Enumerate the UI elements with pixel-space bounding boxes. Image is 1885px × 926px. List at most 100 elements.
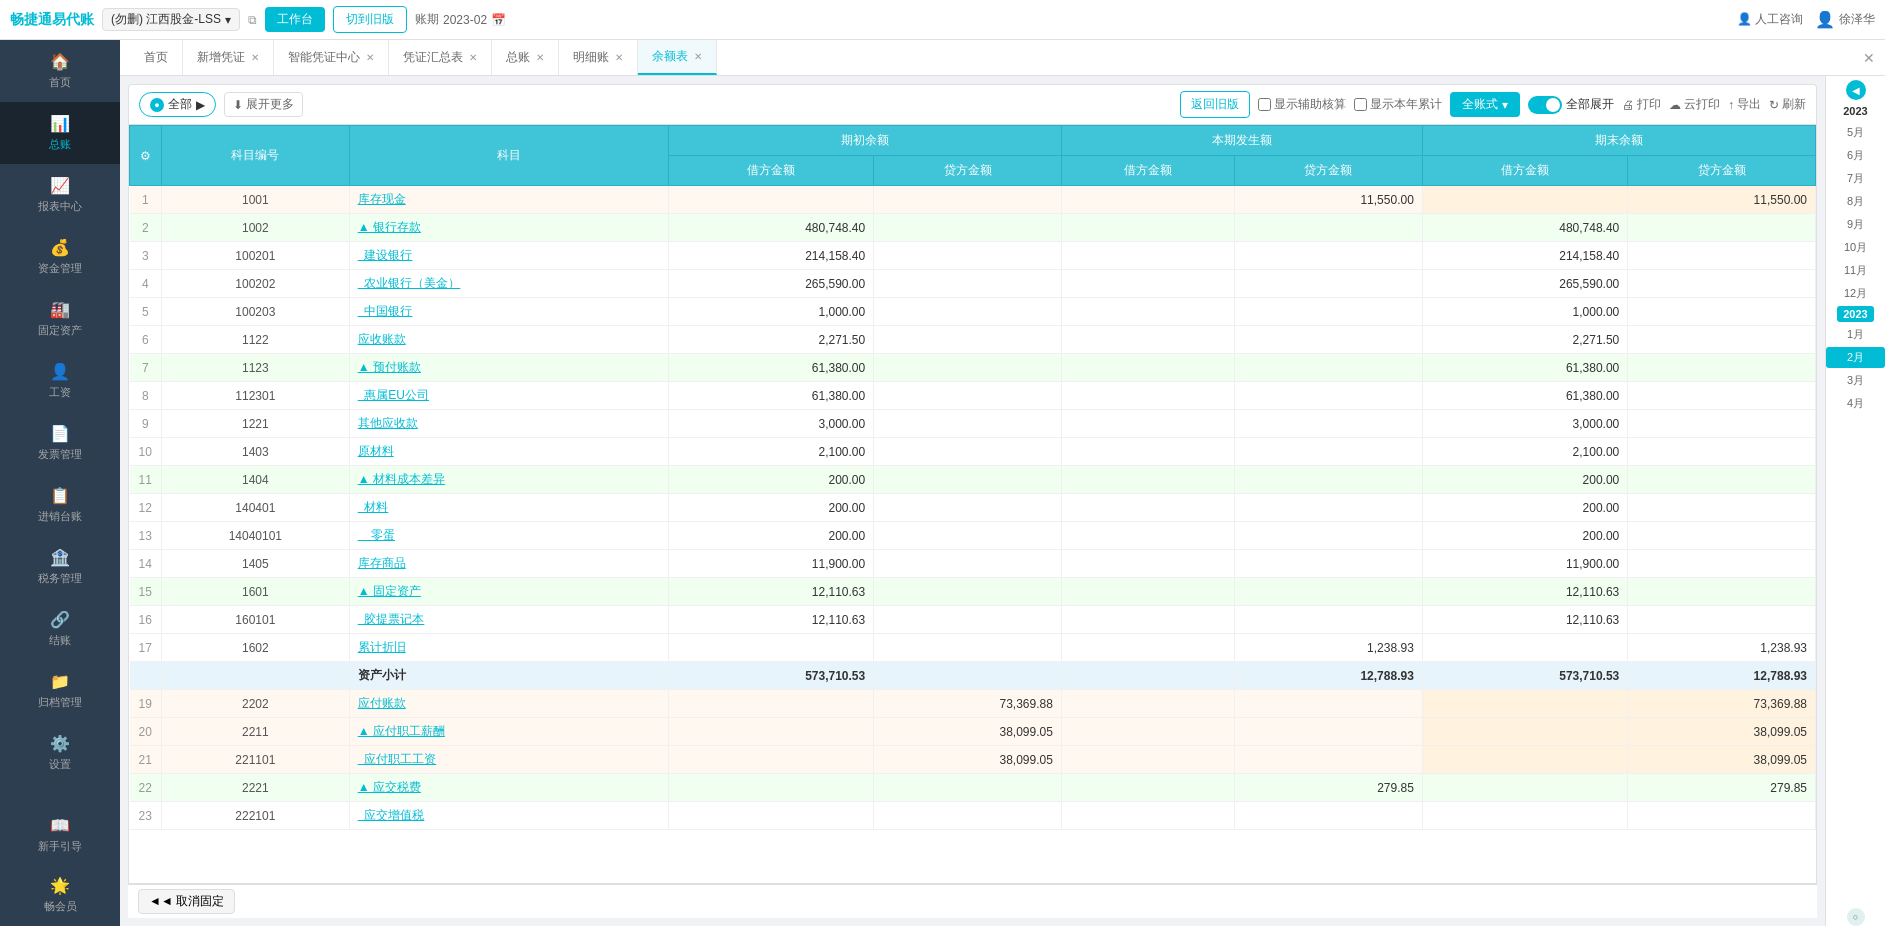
row-name[interactable]: 原材料 <box>349 438 668 466</box>
right-month-2[interactable]: 2月 <box>1826 347 1885 368</box>
tab-new-voucher-close[interactable]: ✕ <box>251 52 259 63</box>
row-name[interactable]: 惠属EU公司 <box>349 382 668 410</box>
tab-balance-sheet[interactable]: 余额表 ✕ <box>638 40 717 75</box>
tab-voucher-summary-close[interactable]: ✕ <box>469 52 477 63</box>
row-c-debit <box>1061 382 1234 410</box>
table-row: 23 222101 应交增值税 <box>130 802 1816 830</box>
row-name[interactable]: 应付账款 <box>349 690 668 718</box>
row-c-debit <box>1061 578 1234 606</box>
copy-icon[interactable]: ⧉ <box>248 13 257 27</box>
row-name[interactable]: 应付职工工资 <box>349 746 668 774</box>
unpin-button[interactable]: ◄◄ 取消固定 <box>138 889 235 914</box>
row-c-debit <box>1061 326 1234 354</box>
right-toggle-bottom[interactable]: ○ <box>1847 908 1865 926</box>
company-selector[interactable]: (勿删) 江西股金-LSS ▾ <box>102 8 240 31</box>
workspace-button[interactable]: 工作台 <box>265 7 325 32</box>
show-auxiliary-checkbox[interactable]: 显示辅助核算 <box>1258 96 1346 113</box>
full-mode-button[interactable]: 全账式 ▾ <box>1450 92 1520 117</box>
sidebar-item-settings[interactable]: ⚙️ 设置 <box>0 722 120 784</box>
expand-all-toggle[interactable]: 全部展开 <box>1528 96 1614 114</box>
tab-smart-voucher-close[interactable]: ✕ <box>366 52 374 63</box>
row-c-debit <box>1061 746 1234 774</box>
row-name[interactable]: 应交增值税 <box>349 802 668 830</box>
row-name[interactable]: 胶提票记本 <box>349 606 668 634</box>
right-month-7[interactable]: 7月 <box>1826 168 1885 189</box>
sidebar-item-archive[interactable]: 📁 归档管理 <box>0 660 120 722</box>
right-month-12[interactable]: 12月 <box>1826 283 1885 304</box>
row-name[interactable]: ▲ 应交税费 <box>349 774 668 802</box>
tab-general-ledger[interactable]: 总账 ✕ <box>492 40 559 75</box>
tab-general-ledger-close[interactable]: ✕ <box>536 52 544 63</box>
row-name[interactable]: 库存商品 <box>349 550 668 578</box>
row-name[interactable]: 其他应收款 <box>349 410 668 438</box>
row-name[interactable]: 应收账款 <box>349 326 668 354</box>
expand-button[interactable]: ⬇ 展开更多 <box>224 92 303 117</box>
sidebar-item-closing[interactable]: 🔗 结账 <box>0 598 120 660</box>
sidebar-item-tax[interactable]: 🏦 税务管理 <box>0 536 120 598</box>
right-month-10[interactable]: 10月 <box>1826 237 1885 258</box>
cloud-print-button[interactable]: ☁ 云打印 <box>1669 96 1720 113</box>
sidebar-item-guide[interactable]: 📖 新手引导 <box>0 804 120 864</box>
sidebar-item-purchases[interactable]: 📋 进销台账 <box>0 474 120 536</box>
row-ps-debit: 61,380.00 <box>668 354 873 382</box>
show-ytd-input[interactable] <box>1354 98 1367 111</box>
close-all-tabs[interactable]: ✕ <box>1863 50 1875 66</box>
tab-balance-sheet-close[interactable]: ✕ <box>694 51 702 62</box>
row-code: 1601 <box>162 578 350 606</box>
row-name[interactable]: ▲ 材料成本差异 <box>349 466 668 494</box>
sidebar-item-home[interactable]: 🏠 首页 <box>0 40 120 102</box>
row-name[interactable]: 库存现金 <box>349 186 668 214</box>
row-name[interactable]: 中国银行 <box>349 298 668 326</box>
sidebar-item-salary[interactable]: 👤 工资 <box>0 350 120 412</box>
row-num: 16 <box>130 606 162 634</box>
row-name[interactable]: ▲ 固定资产 <box>349 578 668 606</box>
row-name[interactable]: ▲ 应付职工薪酬 <box>349 718 668 746</box>
row-name[interactable]: 材料 <box>349 494 668 522</box>
calendar-icon[interactable]: 📅 <box>491 13 506 27</box>
print-button[interactable]: 🖨 打印 <box>1622 96 1661 113</box>
balance-table-wrap[interactable]: ⚙ 科目编号 科目 期初余额 本期发生额 期末余额 借方金额 贷方金额 借方金额 <box>128 124 1817 884</box>
tab-voucher-summary[interactable]: 凭证汇总表 ✕ <box>389 40 492 75</box>
row-name[interactable]: 农业银行（美金） <box>349 270 668 298</box>
right-month-5[interactable]: 5月 <box>1826 122 1885 143</box>
row-name[interactable]: 累计折旧 <box>349 634 668 662</box>
right-month-9[interactable]: 9月 <box>1826 214 1885 235</box>
right-month-4[interactable]: 4月 <box>1826 393 1885 414</box>
tab-detail-ledger-close[interactable]: ✕ <box>615 52 623 63</box>
sidebar-item-reports[interactable]: 📈 报表中心 <box>0 164 120 226</box>
tab-detail-ledger-label: 明细账 <box>573 49 609 66</box>
right-month-6[interactable]: 6月 <box>1826 145 1885 166</box>
th-settings[interactable]: ⚙ <box>130 126 162 186</box>
row-name[interactable]: 建设银行 <box>349 242 668 270</box>
right-month-8[interactable]: 8月 <box>1826 191 1885 212</box>
switch-version-button[interactable]: 切到旧版 <box>333 6 407 33</box>
toggle-switch[interactable] <box>1528 96 1562 114</box>
sidebar-item-invoice[interactable]: 📄 发票管理 <box>0 412 120 474</box>
row-code: 1403 <box>162 438 350 466</box>
tab-home[interactable]: 首页 <box>130 40 183 75</box>
filter-button[interactable]: ● 全部 ▶ <box>139 92 216 117</box>
tab-detail-ledger[interactable]: 明细账 ✕ <box>559 40 638 75</box>
refresh-button[interactable]: ↻ 刷新 <box>1769 96 1806 113</box>
sidebar-item-funds[interactable]: 💰 资金管理 <box>0 226 120 288</box>
go-back-button[interactable]: 返回旧版 <box>1180 91 1250 118</box>
row-name[interactable]: 零蛋 <box>349 522 668 550</box>
table-row: 6 1122 应收账款 2,271.50 2,271.50 <box>130 326 1816 354</box>
right-toggle[interactable]: ◀ <box>1846 80 1866 100</box>
export-button[interactable]: ↑ 导出 <box>1728 96 1761 113</box>
tab-new-voucher[interactable]: 新增凭证 ✕ <box>183 40 274 75</box>
sidebar-item-ledger[interactable]: 📊 总账 <box>0 102 120 164</box>
right-month-11[interactable]: 11月 <box>1826 260 1885 281</box>
right-month-3[interactable]: 3月 <box>1826 370 1885 391</box>
sidebar-item-member[interactable]: 🌟 畅会员 <box>0 864 120 926</box>
show-ytd-checkbox[interactable]: 显示本年累计 <box>1354 96 1442 113</box>
sidebar-item-assets[interactable]: 🏭 固定资产 <box>0 288 120 350</box>
right-month-1[interactable]: 1月 <box>1826 324 1885 345</box>
row-name[interactable]: ▲ 预付账款 <box>349 354 668 382</box>
row-name[interactable]: ▲ 银行存款 <box>349 214 668 242</box>
show-auxiliary-input[interactable] <box>1258 98 1271 111</box>
row-c-debit <box>1061 662 1234 690</box>
tab-smart-voucher[interactable]: 智能凭证中心 ✕ <box>274 40 389 75</box>
th-c-credit: 贷方金额 <box>1235 156 1423 186</box>
consult-btn[interactable]: 👤 人工咨询 <box>1737 11 1803 28</box>
